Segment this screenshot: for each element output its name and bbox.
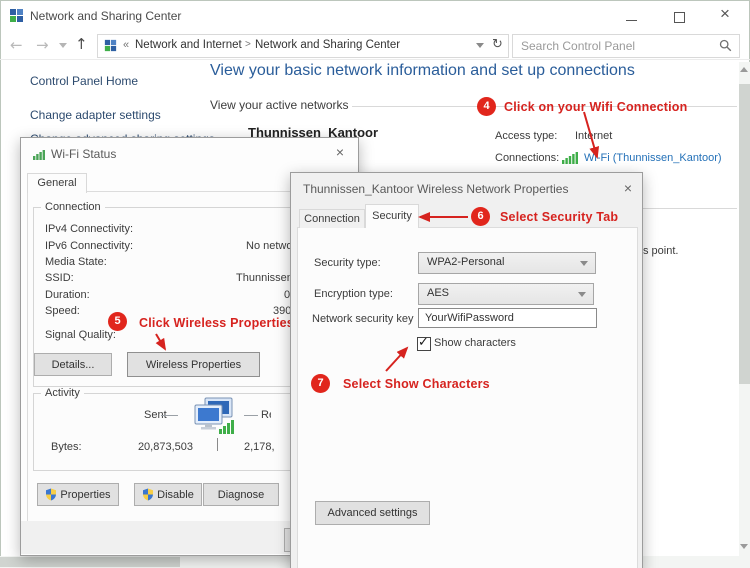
received-label-clip: Received [261, 409, 271, 422]
breadcrumb-separator: > [245, 39, 251, 50]
sidebar-item-control-panel-home[interactable]: Control Panel Home [30, 74, 138, 88]
wifi-status-close-icon[interactable]: × [329, 144, 351, 160]
ssid-label: SSID: [45, 272, 74, 284]
wifi-status-title: Wi-Fi Status [51, 147, 116, 161]
tab-general[interactable]: General [27, 173, 87, 193]
scroll-down-icon[interactable] [740, 544, 748, 549]
chevron-down-icon [580, 261, 588, 266]
maximize-button[interactable] [666, 9, 692, 23]
back-icon[interactable]: ← [10, 36, 23, 54]
refresh-icon[interactable]: ↻ [492, 37, 503, 52]
diagnose-button[interactable]: Diagnose [203, 483, 279, 506]
sent-bytes-value: 20,873,503 [117, 441, 193, 453]
received-label: Received [261, 409, 271, 421]
computers-icon [189, 397, 235, 435]
up-icon[interactable]: ↑ [75, 35, 88, 53]
security-type-label: Security type: [314, 257, 381, 269]
close-button[interactable]: × [712, 4, 738, 24]
encryption-type-label: Encryption type: [314, 288, 393, 300]
show-characters-label: Show characters [434, 337, 516, 349]
sidebar-item-change-adapter-settings[interactable]: Change adapter settings [30, 108, 161, 122]
annotation-step-6-text: Select Security Tab [500, 210, 618, 224]
breadcrumb-item-network-and-sharing-center[interactable]: Network and Sharing Center [255, 39, 400, 51]
breadcrumb-item-network-and-internet[interactable]: Network and Internet [135, 39, 242, 51]
sent-dash [161, 415, 178, 416]
wireless-properties-close-icon[interactable]: × [617, 180, 639, 196]
annotation-step-7-badge: 7 [311, 374, 330, 393]
window-title: Network and Sharing Center [30, 9, 181, 23]
annotation-step-4-arrow [578, 108, 604, 164]
minimize-button[interactable] [618, 14, 644, 21]
shield-icon [142, 488, 154, 501]
advanced-settings-button[interactable]: Advanced settings [315, 501, 430, 525]
show-characters-checkbox[interactable]: ✓ [417, 337, 431, 351]
annotation-step-5-arrow [150, 330, 174, 358]
annotation-step-6-arrow [410, 205, 474, 229]
section-rule-2 [643, 208, 737, 209]
received-bytes-value: 2,178, [244, 441, 275, 453]
media-state-label: Media State: [45, 256, 107, 268]
signal-icon [562, 151, 579, 164]
annotation-step-5-badge: 5 [108, 312, 127, 331]
wifi-status-icon [33, 149, 46, 160]
search-input[interactable] [519, 36, 713, 56]
encryption-type-select[interactable]: AES [418, 283, 594, 305]
activity-group-label: Activity [41, 387, 84, 399]
annotation-step-5-text: Click Wireless Properties [139, 316, 294, 330]
ipv6-label: IPv6 Connectivity: [45, 240, 133, 252]
wireless-properties-dialog: Thunnissen_Kantoor Wireless Network Prop… [290, 172, 643, 568]
wireless-properties-title: Thunnissen_Kantoor Wireless Network Prop… [303, 182, 568, 196]
breadcrumb-guillemet: « [123, 39, 129, 51]
page-title: View your basic network information and … [210, 62, 635, 80]
horizontal-scrollbar-thumb[interactable] [0, 557, 180, 567]
address-bar[interactable]: « Network and Internet > Network and Sha… [97, 34, 509, 58]
connections-label: Connections: [495, 152, 559, 164]
check-icon: ✓ [418, 334, 429, 350]
history-chevron-icon[interactable] [59, 43, 67, 48]
received-dash [244, 415, 258, 416]
ipv4-label: IPv4 Connectivity: [45, 223, 133, 235]
search-icon[interactable] [719, 39, 732, 52]
network-security-key-label: Network security key [312, 313, 413, 325]
vertical-scrollbar[interactable] [739, 62, 750, 556]
network-and-sharing-center-window: Network and Sharing Center × ← → ↑ « Net… [0, 0, 750, 568]
properties-button[interactable]: Properties [37, 483, 119, 506]
scroll-up-icon[interactable] [740, 67, 748, 72]
search-box[interactable] [512, 34, 740, 58]
bytes-divider [217, 438, 218, 451]
disable-button[interactable]: Disable [134, 483, 202, 506]
network-security-key-input[interactable] [418, 308, 597, 328]
details-button[interactable]: Details... [34, 353, 112, 376]
active-networks-label: View your active networks [210, 98, 349, 112]
network-icon [9, 8, 24, 23]
security-type-select[interactable]: WPA2-Personal [418, 252, 596, 274]
duration-label: Duration: [45, 289, 90, 301]
access-type-label: Access type: [495, 130, 557, 142]
breadcrumb-network-icon [104, 39, 117, 52]
speed-label: Speed: [45, 305, 80, 317]
annotation-step-7-arrow [382, 342, 416, 376]
signal-quality-label: Signal Quality: [45, 329, 116, 341]
wifi-connection-link[interactable]: Wi-Fi (Thunnissen_Kantoor) [584, 152, 722, 164]
tab-connection[interactable]: Connection [299, 209, 365, 228]
forward-icon[interactable]: → [36, 36, 49, 54]
annotation-step-7-text: Select Show Characters [343, 377, 490, 391]
annotation-step-4-badge: 4 [477, 97, 496, 116]
chevron-down-icon [578, 292, 586, 297]
bytes-label: Bytes: [51, 441, 82, 453]
navbar-divider [0, 59, 750, 60]
settings-text-fragment: s point. [643, 245, 678, 257]
wireless-properties-button[interactable]: Wireless Properties [127, 352, 260, 377]
connection-group-label: Connection [41, 201, 105, 213]
shield-icon [45, 488, 57, 501]
vertical-scrollbar-thumb[interactable] [739, 84, 750, 384]
address-chevron-icon[interactable] [476, 43, 484, 48]
